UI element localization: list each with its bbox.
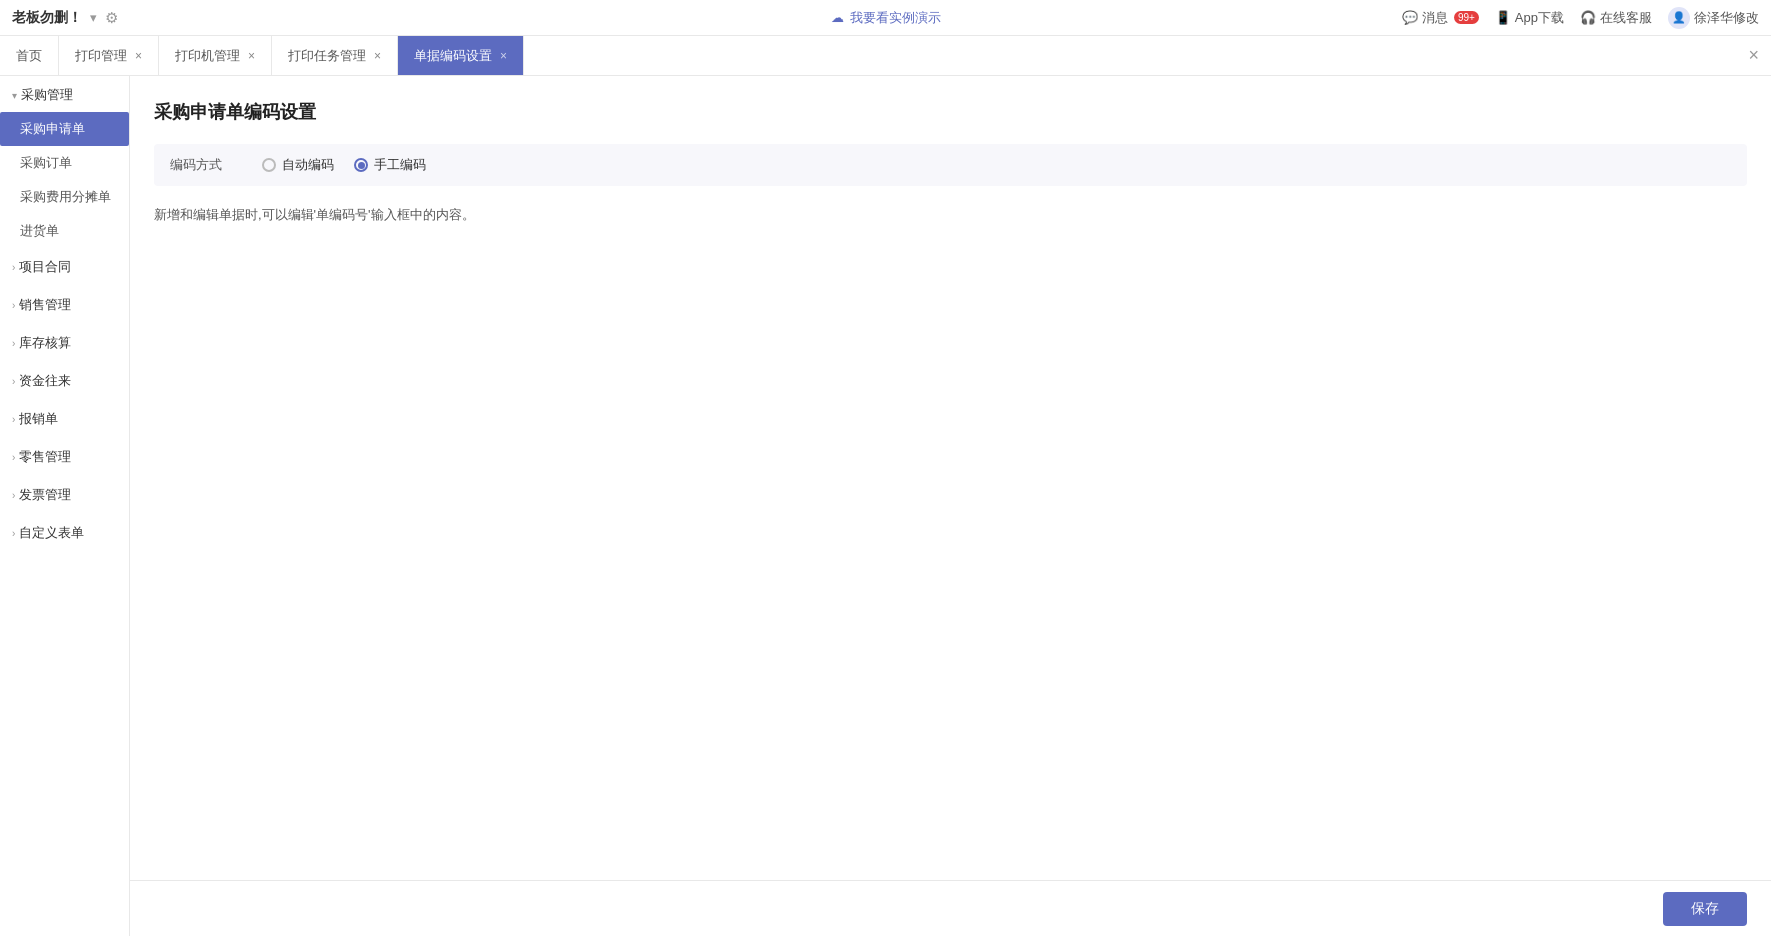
tab-printer-mgmt-close[interactable]: ×: [248, 49, 255, 63]
chevron-down-icon: ▾: [12, 90, 17, 101]
chevron-right-icon-retail: ›: [12, 452, 15, 463]
radio-auto-code[interactable]: 自动编码: [262, 156, 334, 174]
top-bar-left: 老板勿删！ ▾ ⚙: [12, 9, 118, 27]
sidebar-group-retail-label: 零售管理: [19, 448, 71, 466]
sidebar-group-project-label: 项目合同: [19, 258, 71, 276]
sidebar-group-purchase-mgmt[interactable]: ▾ 采购管理: [0, 76, 129, 112]
user-avatar-icon: 👤: [1668, 7, 1690, 29]
tab-print-mgmt[interactable]: 打印管理 ×: [59, 36, 159, 75]
sidebar-group-project-contract[interactable]: › 项目合同: [0, 248, 129, 286]
user-name: 徐泽华修改: [1694, 9, 1759, 27]
online-service-item[interactable]: 🎧 在线客服: [1580, 9, 1652, 27]
footer-bar: 保存: [130, 880, 1771, 936]
sidebar-group-return[interactable]: › 报销单: [0, 400, 129, 438]
tab-printer-mgmt-label: 打印机管理: [175, 47, 240, 65]
save-button[interactable]: 保存: [1663, 892, 1747, 926]
sidebar-item-purchase-order-label: 采购订单: [20, 155, 72, 170]
encoding-label: 编码方式: [170, 156, 222, 174]
chevron-right-icon-return: ›: [12, 414, 15, 425]
manual-code-label: 手工编码: [374, 156, 426, 174]
top-bar-right: 💬 消息 99+ 📱 App下载 🎧 在线客服 👤 徐泽华修改: [1402, 7, 1759, 29]
tab-print-task-mgmt-close[interactable]: ×: [374, 49, 381, 63]
app-download-label: App下载: [1515, 9, 1564, 27]
sidebar-group-inventory[interactable]: › 库存核算: [0, 324, 129, 362]
cloud-icon: ☁: [831, 10, 844, 25]
sidebar: ▾ 采购管理 采购申请单 采购订单 采购费用分摊单 进货单 › 项目合同 › 销…: [0, 76, 130, 936]
tab-single-code-settings-close[interactable]: ×: [500, 49, 507, 63]
chevron-right-icon-sales: ›: [12, 300, 15, 311]
sidebar-item-purchase-expense-label: 采购费用分摊单: [20, 189, 111, 204]
online-service-label: 在线客服: [1600, 9, 1652, 27]
top-bar: 老板勿删！ ▾ ⚙ ☁ 我要看实例演示 💬 消息 99+ 📱 App下载 🎧 在…: [0, 0, 1771, 36]
tab-bar-close-all[interactable]: ×: [1736, 36, 1771, 75]
sidebar-group-inventory-label: 库存核算: [19, 334, 71, 352]
sidebar-group-return-label: 报销单: [19, 410, 58, 428]
tab-printer-mgmt[interactable]: 打印机管理 ×: [159, 36, 272, 75]
app-download-item[interactable]: 📱 App下载: [1495, 9, 1564, 27]
radio-group: 自动编码 手工编码: [262, 156, 426, 174]
notification-icon: 💬: [1402, 10, 1418, 25]
sidebar-group-custom-forms[interactable]: › 自定义表单: [0, 514, 129, 552]
chevron-right-icon-capital: ›: [12, 376, 15, 387]
tab-single-code-settings-label: 单据编码设置: [414, 47, 492, 65]
sidebar-group-capital-label: 资金往来: [19, 372, 71, 390]
sidebar-group-custom-label: 自定义表单: [19, 524, 84, 542]
sidebar-item-purchase-expense[interactable]: 采购费用分摊单: [0, 180, 129, 214]
radio-manual-code[interactable]: 手工编码: [354, 156, 426, 174]
sidebar-group-invoice-mgmt[interactable]: › 发票管理: [0, 476, 129, 514]
dropdown-icon[interactable]: ▾: [90, 10, 97, 25]
content-inner: 采购申请单编码设置 编码方式 自动编码 手工编码 新增和编辑单据时,可以编辑'单…: [130, 76, 1771, 880]
sidebar-group-sales-mgmt[interactable]: › 销售管理: [0, 286, 129, 324]
tab-home[interactable]: 首页: [0, 36, 59, 75]
notification-badge: 99+: [1454, 11, 1479, 24]
radio-manual-circle: [354, 158, 368, 172]
tab-print-task-mgmt-label: 打印任务管理: [288, 47, 366, 65]
sidebar-item-receipt[interactable]: 进货单: [0, 214, 129, 248]
sidebar-group-capital[interactable]: › 资金往来: [0, 362, 129, 400]
chevron-right-icon-custom: ›: [12, 528, 15, 539]
app-icon: 📱: [1495, 10, 1511, 25]
logo-text: 老板勿删！: [12, 9, 82, 27]
tab-print-task-mgmt[interactable]: 打印任务管理 ×: [272, 36, 398, 75]
page-title: 采购申请单编码设置: [154, 100, 1747, 124]
user-item[interactable]: 👤 徐泽华修改: [1668, 7, 1759, 29]
notification-label: 消息: [1422, 9, 1448, 27]
description-text: 新增和编辑单据时,可以编辑'单编码号'输入框中的内容。: [154, 206, 1747, 224]
tab-print-mgmt-label: 打印管理: [75, 47, 127, 65]
headset-icon: 🎧: [1580, 10, 1596, 25]
settings-icon[interactable]: ⚙: [105, 9, 118, 27]
tab-home-label: 首页: [16, 47, 42, 65]
content-area: 采购申请单编码设置 编码方式 自动编码 手工编码 新增和编辑单据时,可以编辑'单…: [130, 76, 1771, 936]
radio-auto-circle: [262, 158, 276, 172]
sidebar-group-sales-label: 销售管理: [19, 296, 71, 314]
sidebar-item-purchase-requisition[interactable]: 采购申请单: [0, 112, 129, 146]
encoding-row: 编码方式 自动编码 手工编码: [154, 144, 1747, 186]
sidebar-item-purchase-requisition-label: 采购申请单: [20, 121, 85, 136]
sidebar-group-invoice-label: 发票管理: [19, 486, 71, 504]
sidebar-group-purchase-label: 采购管理: [21, 86, 73, 104]
sidebar-item-receipt-label: 进货单: [20, 223, 59, 238]
chevron-right-icon-inventory: ›: [12, 338, 15, 349]
main-layout: ▾ 采购管理 采购申请单 采购订单 采购费用分摊单 进货单 › 项目合同 › 销…: [0, 76, 1771, 936]
demo-text[interactable]: 我要看实例演示: [850, 9, 941, 27]
tab-bar: 首页 打印管理 × 打印机管理 × 打印任务管理 × 单据编码设置 × ×: [0, 36, 1771, 76]
tab-print-mgmt-close[interactable]: ×: [135, 49, 142, 63]
notification-item[interactable]: 💬 消息 99+: [1402, 9, 1479, 27]
tab-single-code-settings[interactable]: 单据编码设置 ×: [398, 36, 524, 75]
sidebar-group-retail-mgmt[interactable]: › 零售管理: [0, 438, 129, 476]
chevron-right-icon-invoice: ›: [12, 490, 15, 501]
chevron-right-icon-project: ›: [12, 262, 15, 273]
auto-code-label: 自动编码: [282, 156, 334, 174]
sidebar-item-purchase-order[interactable]: 采购订单: [0, 146, 129, 180]
top-bar-center: ☁ 我要看实例演示: [831, 9, 941, 27]
sidebar-section-purchase: ▾ 采购管理 采购申请单 采购订单 采购费用分摊单 进货单: [0, 76, 129, 248]
